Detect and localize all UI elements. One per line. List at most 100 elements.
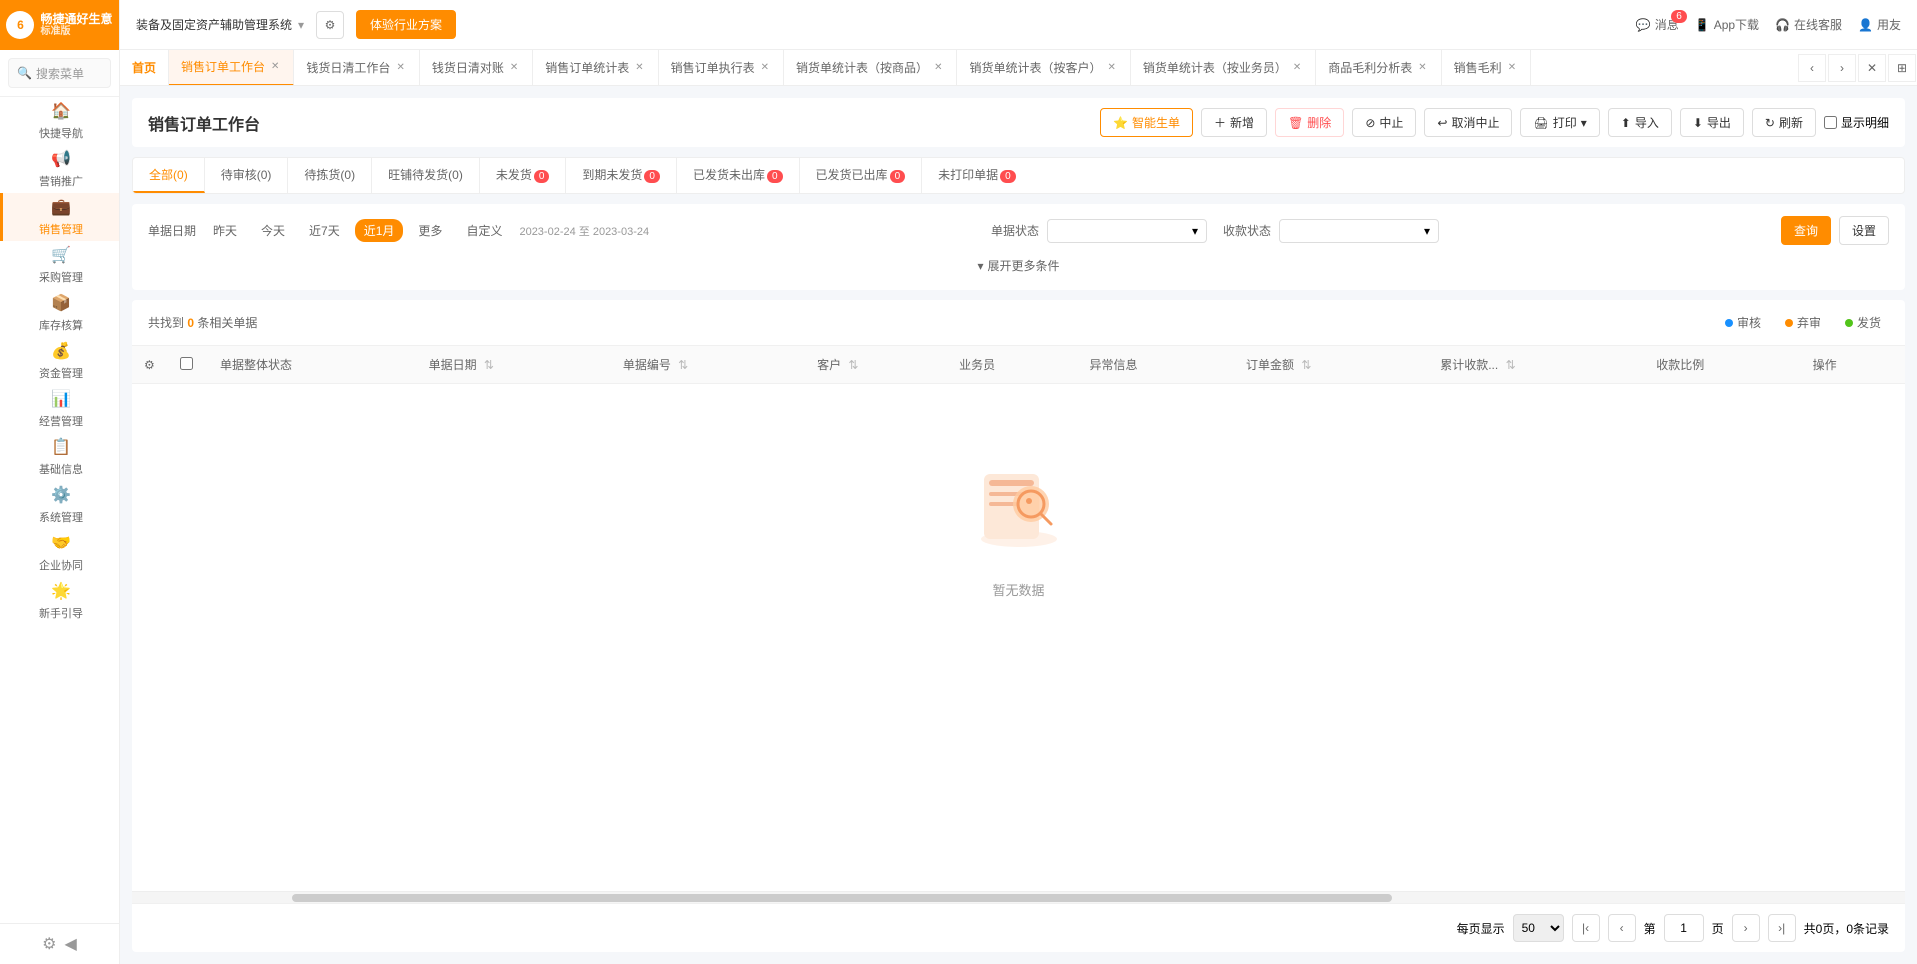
sidebar-settings-icon[interactable]: ⚙ xyxy=(42,934,56,954)
show-detail-checkbox[interactable] xyxy=(1824,116,1837,129)
app-download-btn[interactable]: 📱 App下载 xyxy=(1695,16,1759,33)
refresh-button[interactable]: ↻ 刷新 xyxy=(1752,108,1816,137)
tab-close-goods-stats-customer[interactable]: ✕ xyxy=(1105,60,1117,75)
export-button[interactable]: ⬇ 导出 xyxy=(1680,108,1744,137)
cancel-review-action-btn[interactable]: 弃审 xyxy=(1777,310,1829,335)
tab-next-btn[interactable]: › xyxy=(1828,54,1856,82)
user-btn[interactable]: 👤 用友 xyxy=(1858,16,1901,33)
tab-close-cash-account[interactable]: ✕ xyxy=(508,60,520,75)
review-action-btn[interactable]: 审核 xyxy=(1717,310,1769,335)
tab-close-sales-exec[interactable]: ✕ xyxy=(759,60,771,75)
date-btn-more[interactable]: 更多 xyxy=(409,219,451,242)
sidebar-collapse-icon[interactable]: ◀ xyxy=(65,934,77,954)
tab-goods-stats-customer[interactable]: 销货单统计表（按客户） ✕ xyxy=(957,50,1130,86)
search-settings-button[interactable]: 设置 xyxy=(1839,216,1889,245)
topbar-settings-btn[interactable]: ⚙ xyxy=(316,11,344,39)
sidebar-item-inventory[interactable]: 📦 库存核算 xyxy=(0,289,119,337)
sort-received-icon[interactable]: ⇅ xyxy=(1506,358,1516,372)
sidebar-item-sales[interactable]: 💼 销售管理 xyxy=(0,193,119,241)
date-btn-yesterday[interactable]: 昨天 xyxy=(204,219,246,242)
table-scroll-container[interactable]: ⚙ 单据整体状态 单据日期 ⇅ xyxy=(132,346,1905,891)
online-service-btn[interactable]: 🎧 在线客服 xyxy=(1775,16,1842,33)
prev-page-btn[interactable]: ‹ xyxy=(1608,914,1636,942)
tab-close-sales-order[interactable]: ✕ xyxy=(269,59,281,74)
smart-order-button[interactable]: ⭐ 智能生单 xyxy=(1100,108,1193,137)
tab-sales-more[interactable]: 销售毛利 ✕ xyxy=(1442,50,1531,86)
page-input[interactable] xyxy=(1664,914,1704,942)
sidebar-item-quick-nav[interactable]: 🏠 快捷导航 xyxy=(0,97,119,145)
tabbar: 首页 销售订单工作台 ✕ 钱货日清工作台 ✕ 钱货日清对账 ✕ 销售订单统计表 … xyxy=(120,50,1917,86)
sort-customer-icon[interactable]: ⇅ xyxy=(848,358,858,372)
print-dropdown-icon: ▾ xyxy=(1581,116,1587,130)
tab-close-goods-stats-product[interactable]: ✕ xyxy=(932,60,944,75)
sort-amount-icon[interactable]: ⇅ xyxy=(1301,358,1311,372)
sidebar-item-cooperation[interactable]: 🤝 企业协同 xyxy=(0,529,119,577)
print-button[interactable]: 🖨 打印 ▾ xyxy=(1520,108,1599,137)
query-button[interactable]: 查询 xyxy=(1781,216,1831,245)
filter-tab-expired-not-shipped[interactable]: 到期未发货0 xyxy=(566,158,677,193)
tab-close-all-btn[interactable]: ✕ xyxy=(1858,54,1886,82)
stop-button[interactable]: ⊘ 中止 xyxy=(1352,108,1416,137)
filter-tab-wangpu-pending[interactable]: 旺铺待发货(0) xyxy=(372,158,480,193)
filter-tab-pending-inspect[interactable]: 待拣货(0) xyxy=(288,158,372,193)
date-btn-custom[interactable]: 自定义 xyxy=(457,219,511,242)
tab-close-sales-stats[interactable]: ✕ xyxy=(633,60,645,75)
horizontal-scrollbar[interactable] xyxy=(132,891,1905,903)
add-button[interactable]: ＋ 新增 xyxy=(1201,108,1267,137)
payment-dropdown[interactable]: ▾ xyxy=(1279,219,1439,243)
sidebar-item-system[interactable]: ⚙️ 系统管理 xyxy=(0,481,119,529)
tab-cash-account[interactable]: 钱货日清对账 ✕ xyxy=(420,50,533,86)
column-settings-icon[interactable]: ⚙ xyxy=(144,358,155,372)
tab-goods-stats-staff[interactable]: 销货单统计表（按业务员） ✕ xyxy=(1131,50,1316,86)
tab-sales-order[interactable]: 销售订单工作台 ✕ xyxy=(169,50,294,86)
tab-home[interactable]: 首页 xyxy=(120,50,169,86)
solution-button[interactable]: 体验行业方案 xyxy=(356,10,456,39)
delete-button[interactable]: 🗑 删除 xyxy=(1275,108,1344,137)
next-page-btn[interactable]: › xyxy=(1732,914,1760,942)
sidebar-item-purchase[interactable]: 🛒 采购管理 xyxy=(0,241,119,289)
import-button[interactable]: ⬆ 导入 xyxy=(1608,108,1672,137)
tab-maximize-btn[interactable]: ⊞ xyxy=(1888,54,1916,82)
filter-tab-shipped-out[interactable]: 已发货已出库0 xyxy=(800,158,923,193)
date-btn-last1m[interactable]: 近1月 xyxy=(355,219,404,242)
topbar-dropdown-arrow: ▾ xyxy=(298,18,304,32)
sidebar-item-marketing[interactable]: 📢 营销推广 xyxy=(0,145,119,193)
search-menu-button[interactable]: 🔍 搜索菜单 xyxy=(8,58,111,88)
sidebar-item-finance[interactable]: 💰 资金管理 xyxy=(0,337,119,385)
cancel-stop-button[interactable]: ↩ 取消中止 xyxy=(1424,108,1512,137)
last-page-btn[interactable]: ›| xyxy=(1768,914,1796,942)
sidebar-item-operations[interactable]: 📊 经营管理 xyxy=(0,385,119,433)
filter-tab-pending-review[interactable]: 待审核(0) xyxy=(205,158,289,193)
tab-close-sales-more[interactable]: ✕ xyxy=(1506,60,1518,75)
select-all-checkbox[interactable] xyxy=(180,357,193,370)
filter-tab-all[interactable]: 全部(0) xyxy=(133,158,205,193)
expand-icon: ▾ xyxy=(977,259,983,273)
tab-cash-daily[interactable]: 钱货日清工作台 ✕ xyxy=(294,50,419,86)
filter-tab-not-shipped[interactable]: 未发货0 xyxy=(480,158,567,193)
tab-goods-margin[interactable]: 商品毛利分析表 ✕ xyxy=(1316,50,1441,86)
tab-close-cash-daily[interactable]: ✕ xyxy=(394,60,406,75)
sort-date-icon[interactable]: ⇅ xyxy=(484,358,494,372)
messages-btn[interactable]: 💬 消息 6 xyxy=(1636,16,1679,33)
show-detail-checkbox-label[interactable]: 显示明细 xyxy=(1824,114,1889,131)
tab-sales-stats[interactable]: 销售订单统计表 ✕ xyxy=(533,50,658,86)
sidebar-item-guide[interactable]: 🌟 新手引导 xyxy=(0,577,119,625)
tab-prev-btn[interactable]: ‹ xyxy=(1798,54,1826,82)
date-btn-last7[interactable]: 近7天 xyxy=(300,219,349,242)
guide-icon: 🌟 xyxy=(51,581,71,601)
status-dropdown[interactable]: ▾ xyxy=(1047,219,1207,243)
scrollbar-thumb[interactable] xyxy=(292,894,1392,902)
first-page-btn[interactable]: |‹ xyxy=(1572,914,1600,942)
tab-goods-stats-product[interactable]: 销货单统计表（按商品） ✕ xyxy=(784,50,957,86)
per-page-select[interactable]: 50 100 200 xyxy=(1513,914,1564,942)
filter-tab-shipped-not-out[interactable]: 已发货未出库0 xyxy=(677,158,800,193)
ship-action-btn[interactable]: 发货 xyxy=(1837,310,1889,335)
sidebar-item-basic-info[interactable]: 📋 基础信息 xyxy=(0,433,119,481)
tab-sales-exec[interactable]: 销售订单执行表 ✕ xyxy=(659,50,784,86)
sort-number-icon[interactable]: ⇅ xyxy=(678,358,688,372)
tab-close-goods-stats-staff[interactable]: ✕ xyxy=(1291,60,1303,75)
tab-close-goods-margin[interactable]: ✕ xyxy=(1416,60,1428,75)
date-btn-today[interactable]: 今天 xyxy=(252,219,294,242)
expand-btn[interactable]: ▾ 展开更多条件 xyxy=(969,253,1067,278)
filter-tab-not-printed[interactable]: 未打印单据0 xyxy=(922,158,1032,193)
